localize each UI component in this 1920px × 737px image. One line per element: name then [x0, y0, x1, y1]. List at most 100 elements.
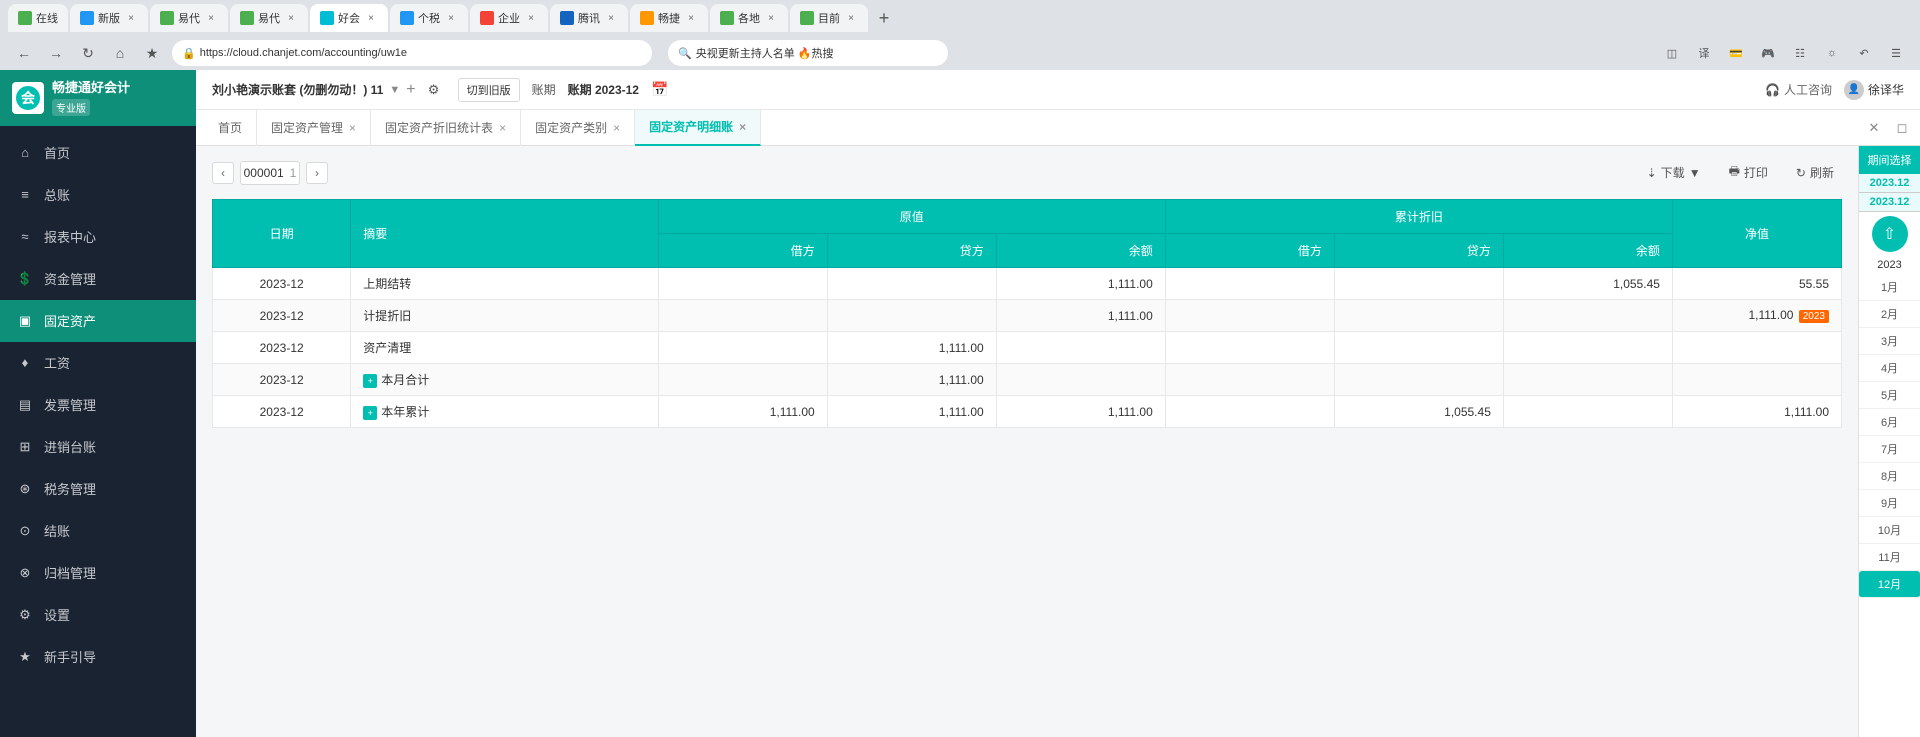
home-button[interactable]: ⌂: [108, 41, 132, 65]
browser-tab-8[interactable]: 畅捷×: [630, 4, 708, 32]
sidebar-item-salary[interactable]: ♦工资: [0, 342, 196, 384]
period-month-2[interactable]: 2月: [1859, 301, 1920, 328]
calendar-icon[interactable]: 📅: [651, 81, 668, 98]
forward-button[interactable]: →: [44, 41, 68, 65]
year-badge: 2023: [1799, 310, 1829, 323]
download-button[interactable]: ⇣ 下载 ▼: [1639, 160, 1709, 185]
page-tab-close[interactable]: ×: [613, 121, 620, 135]
grid-icon[interactable]: ☷: [1788, 41, 1812, 65]
sidebar-item-inventory[interactable]: ⊞进销台账: [0, 426, 196, 468]
sidebar-item-tax[interactable]: ⊛税务管理: [0, 468, 196, 510]
wallet-icon[interactable]: 💳: [1724, 41, 1748, 65]
tab-close-button[interactable]: ×: [604, 11, 618, 25]
browser-tab-5[interactable]: 个税×: [390, 4, 468, 32]
cell-orig-balance: [996, 364, 1165, 396]
tab-close-button[interactable]: ×: [524, 11, 538, 25]
translate-icon[interactable]: 译: [1692, 41, 1716, 65]
sidebar-item-settings[interactable]: ⚙设置: [0, 594, 196, 636]
dropdown-icon[interactable]: ▼: [389, 84, 400, 96]
period-month-10[interactable]: 10月: [1859, 517, 1920, 544]
period-month-12[interactable]: 12月: [1859, 571, 1920, 598]
extensions-icon[interactable]: ◫: [1660, 41, 1684, 65]
tab-favicon: [640, 11, 654, 25]
tab-close-button[interactable]: ×: [364, 11, 378, 25]
maximize-pane-icon[interactable]: ◻: [1892, 118, 1912, 138]
add-company-icon[interactable]: +: [406, 81, 415, 99]
browser-tab-1[interactable]: 新版×: [70, 4, 148, 32]
url-input[interactable]: 🔒 https://cloud.chanjet.com/accounting/u…: [172, 40, 652, 66]
tab-close-button[interactable]: ×: [444, 11, 458, 25]
tab-close-button[interactable]: ×: [844, 11, 858, 25]
page-tab-close[interactable]: ×: [499, 121, 506, 135]
browser-tab-2[interactable]: 易代×: [150, 4, 228, 32]
user-button[interactable]: 👤 徐译华: [1844, 80, 1904, 100]
cell-dep-balance: [1503, 332, 1672, 364]
period-month-4[interactable]: 4月: [1859, 355, 1920, 382]
nav-item-label: 工资: [44, 353, 70, 372]
next-page-button[interactable]: ›: [306, 162, 328, 184]
browser-tab-3[interactable]: 易代×: [230, 4, 308, 32]
print-button[interactable]: 🖶 打印: [1721, 158, 1776, 187]
page-tab-2[interactable]: 固定资产折旧统计表×: [371, 110, 521, 146]
scroll-up-button[interactable]: ⇧: [1872, 216, 1908, 252]
browser-tab-9[interactable]: 各地×: [710, 4, 788, 32]
close-pane-icon[interactable]: ✕: [1864, 118, 1884, 138]
page-tab-3[interactable]: 固定资产类别×: [521, 110, 635, 146]
tab-close-button[interactable]: ×: [204, 11, 218, 25]
sidebar-item-invoice[interactable]: ▤发票管理: [0, 384, 196, 426]
browser-tab-7[interactable]: 腾讯×: [550, 4, 628, 32]
browser-tab-4[interactable]: 好会×: [310, 4, 388, 32]
back-button[interactable]: ←: [12, 41, 36, 65]
game-icon[interactable]: 🎮: [1756, 41, 1780, 65]
bookmark-button[interactable]: ★: [140, 41, 164, 65]
period-month-5[interactable]: 5月: [1859, 382, 1920, 409]
sidebar-title-block: 畅捷通好会计 专业版: [52, 80, 130, 116]
search-bar[interactable]: 🔍 央视更新主持人名单 🔥热搜: [668, 40, 948, 66]
tab-close-button[interactable]: ×: [764, 11, 778, 25]
tab-close-button[interactable]: ×: [684, 11, 698, 25]
page-tab-1[interactable]: 固定资产管理×: [257, 110, 371, 146]
sidebar-item-asset[interactable]: ▣固定资产: [0, 300, 196, 342]
period-month-11[interactable]: 11月: [1859, 544, 1920, 571]
page-tab-0[interactable]: 首页: [204, 110, 257, 146]
tab-close-button[interactable]: ×: [124, 11, 138, 25]
sidebar-item-home[interactable]: ⌂首页: [0, 132, 196, 174]
sidebar-item-close-account[interactable]: ⊙结账: [0, 510, 196, 552]
tab-close-button[interactable]: ×: [284, 11, 298, 25]
brightness-icon[interactable]: ☼: [1820, 41, 1844, 65]
sidebar-item-chart[interactable]: ≈报表中心: [0, 216, 196, 258]
cell-dep-balance: [1503, 364, 1672, 396]
browser-tab-0[interactable]: 在线: [8, 4, 68, 32]
nav-item-label: 结账: [44, 521, 70, 540]
browser-tab-6[interactable]: 企业×: [470, 4, 548, 32]
settings-company-icon[interactable]: ⚙: [422, 78, 446, 102]
cell-summary: +本月合计: [351, 364, 658, 396]
invoice-icon: ▤: [16, 396, 34, 414]
refresh-button[interactable]: ↻ 刷新: [1788, 160, 1842, 185]
page-number-display[interactable]: 000001 1: [240, 161, 300, 185]
undo-icon[interactable]: ↶: [1852, 41, 1876, 65]
prev-page-button[interactable]: ‹: [212, 162, 234, 184]
menu-icon[interactable]: ☰: [1884, 41, 1908, 65]
sidebar-item-money[interactable]: 💲资金管理: [0, 258, 196, 300]
browser-tab-10[interactable]: 目前×: [790, 4, 868, 32]
new-tab-button[interactable]: +: [870, 4, 898, 32]
nav-item-label: 归档管理: [44, 563, 96, 582]
sidebar-item-ledger[interactable]: ≡总账: [0, 174, 196, 216]
reload-button[interactable]: ↻: [76, 41, 100, 65]
period-month-6[interactable]: 6月: [1859, 409, 1920, 436]
sidebar-item-archive[interactable]: ⊗归档管理: [0, 552, 196, 594]
period-month-7[interactable]: 7月: [1859, 436, 1920, 463]
period-month-9[interactable]: 9月: [1859, 490, 1920, 517]
period-month-8[interactable]: 8月: [1859, 463, 1920, 490]
period-month-3[interactable]: 3月: [1859, 328, 1920, 355]
period-month-1[interactable]: 1月: [1859, 274, 1920, 301]
page-tab-close[interactable]: ×: [739, 120, 746, 134]
page-tab-close[interactable]: ×: [349, 121, 356, 135]
page-tab-4[interactable]: 固定资产明细账×: [635, 110, 761, 146]
cell-orig-balance: 1,111.00: [996, 268, 1165, 300]
switch-version-button[interactable]: 切到旧版: [458, 78, 520, 102]
cell-dep-debit: [1165, 396, 1334, 428]
sidebar-item-guide[interactable]: ★新手引导: [0, 636, 196, 678]
support-button[interactable]: 🎧 人工咨询: [1765, 81, 1832, 98]
